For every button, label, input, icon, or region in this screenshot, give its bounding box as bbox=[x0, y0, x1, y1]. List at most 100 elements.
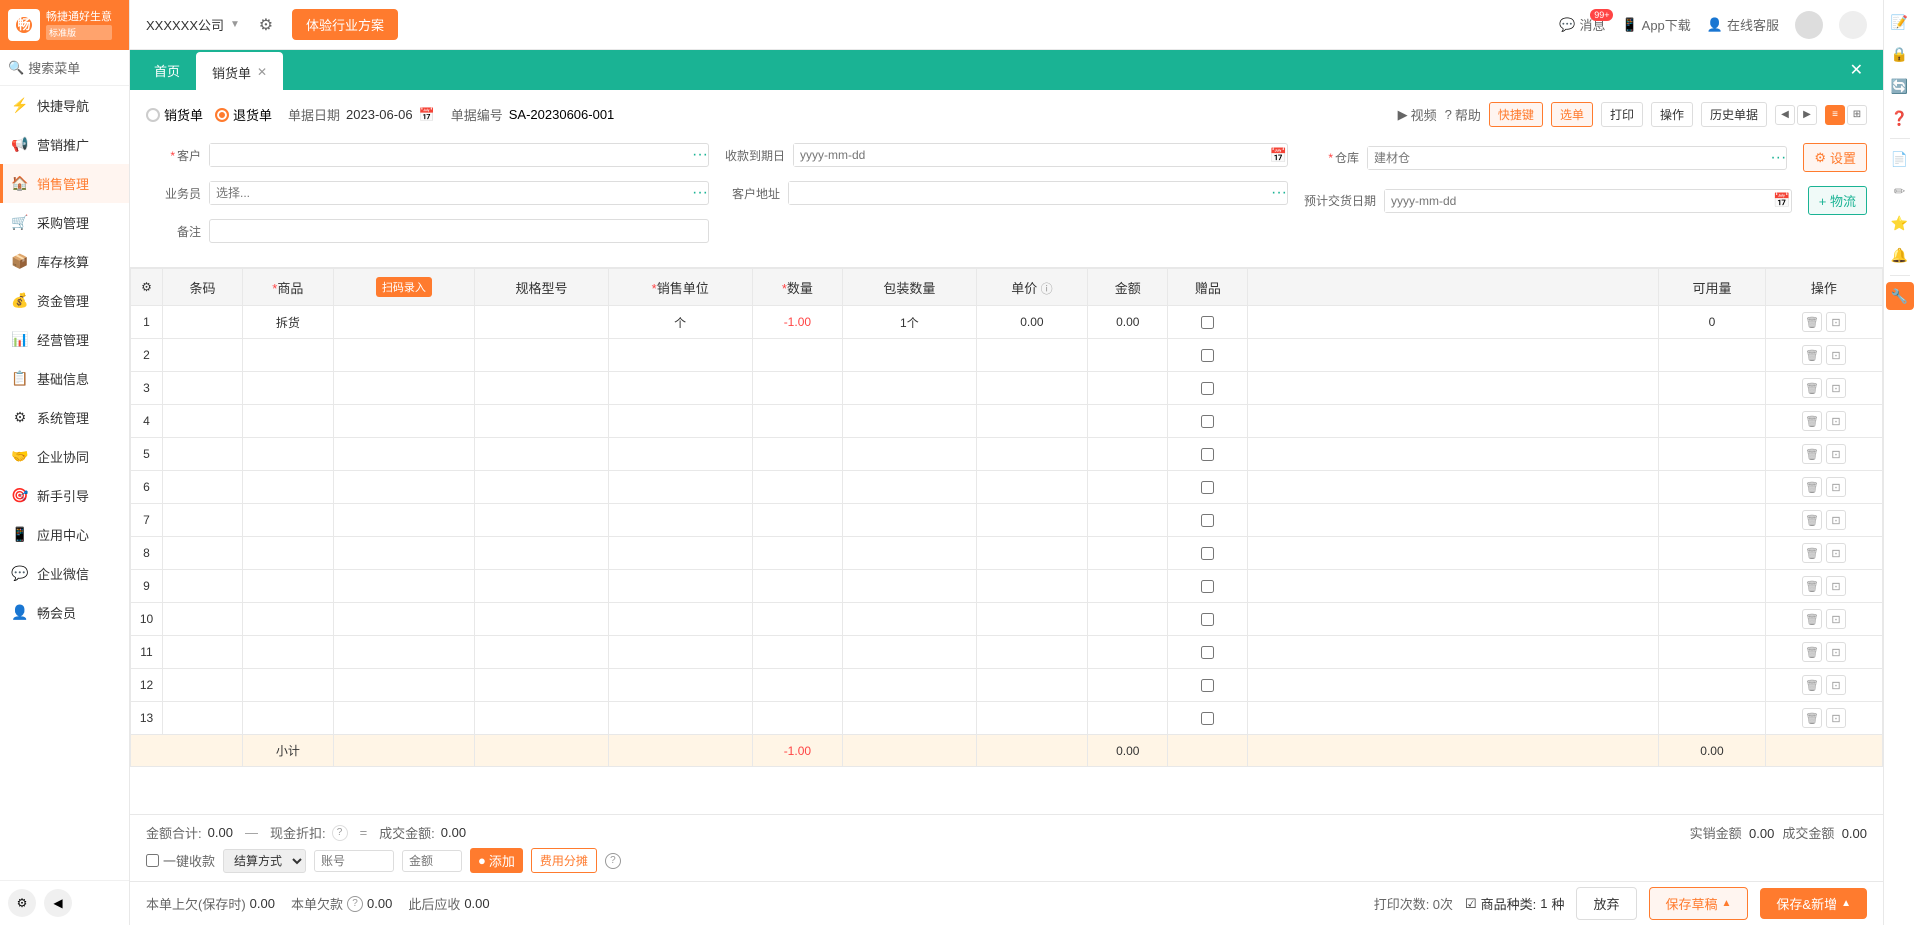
one-click-payment-check[interactable] bbox=[146, 854, 159, 867]
print-btn[interactable]: 打印 bbox=[1601, 102, 1643, 127]
row-gift-1[interactable] bbox=[1168, 306, 1248, 339]
row-copy-7[interactable]: ⊡ bbox=[1826, 510, 1846, 530]
tab-close-icon[interactable]: ✕ bbox=[257, 65, 267, 79]
rs-doc-icon[interactable]: 📄 bbox=[1886, 145, 1914, 173]
row-copy-5[interactable]: ⊡ bbox=[1826, 444, 1846, 464]
sidebar-item-enterprise[interactable]: 🤝 企业协同 bbox=[0, 437, 129, 476]
user-avatar[interactable] bbox=[1795, 11, 1823, 39]
radio-sales-order[interactable]: 销货单 bbox=[146, 105, 203, 124]
tab-home[interactable]: 首页 bbox=[138, 50, 196, 90]
radio-return-order[interactable]: 退货单 bbox=[215, 105, 272, 124]
view-grid-btn[interactable]: ⊞ bbox=[1847, 105, 1867, 125]
row-delete-4[interactable]: 🗑 bbox=[1802, 411, 1822, 431]
th-settings[interactable]: ⚙ bbox=[131, 269, 163, 306]
sidebar-item-quick-nav[interactable]: ⚡ 快捷导航 bbox=[0, 86, 129, 125]
sidebar-collapse-btn[interactable]: ◀ bbox=[44, 889, 72, 917]
customer-addr-picker-btn[interactable]: ··· bbox=[1271, 184, 1287, 202]
sidebar-item-system[interactable]: ⚙ 系统管理 bbox=[0, 398, 129, 437]
online-service-btn[interactable]: 👤 在线客服 bbox=[1707, 15, 1779, 34]
row-copy-10[interactable]: ⊡ bbox=[1826, 609, 1846, 629]
row-delete-3[interactable]: 🗑 bbox=[1802, 378, 1822, 398]
sidebar-item-purchase[interactable]: 🛒 采购管理 bbox=[0, 203, 129, 242]
add-payment-btn[interactable]: ● 添加 bbox=[470, 848, 523, 873]
account-input[interactable] bbox=[314, 850, 394, 872]
discard-button[interactable]: 放弃 bbox=[1576, 887, 1636, 920]
select-btn[interactable]: 选单 bbox=[1551, 102, 1593, 127]
scan-barcode-btn[interactable]: 扫码录入 bbox=[376, 277, 432, 297]
notes-input[interactable] bbox=[209, 219, 709, 243]
row-copy-11[interactable]: ⊡ bbox=[1826, 642, 1846, 662]
shortcut-btn[interactable]: 快捷键 bbox=[1489, 102, 1543, 127]
row-delete-11[interactable]: 🗑 bbox=[1802, 642, 1822, 662]
expense-split-btn[interactable]: 费用分摊 bbox=[531, 848, 597, 873]
payment-help-icon[interactable]: ? bbox=[605, 853, 621, 869]
row-delete-12[interactable]: 🗑 bbox=[1802, 675, 1822, 695]
row-copy-3[interactable]: ⊡ bbox=[1826, 378, 1846, 398]
rs-edit-icon[interactable]: ✏ bbox=[1886, 177, 1914, 205]
row-copy-2[interactable]: ⊡ bbox=[1826, 345, 1846, 365]
warehouse-input[interactable] bbox=[1368, 147, 1770, 169]
row-delete-8[interactable]: 🗑 bbox=[1802, 543, 1822, 563]
sidebar-item-inventory[interactable]: 📦 库存核算 bbox=[0, 242, 129, 281]
app-download-btn[interactable]: 📱 App下载 bbox=[1621, 15, 1690, 34]
sidebar-item-finance[interactable]: 💰 资金管理 bbox=[0, 281, 129, 320]
sidebar-settings-btn[interactable]: ⚙ bbox=[8, 889, 36, 917]
row-delete-6[interactable]: 🗑 bbox=[1802, 477, 1822, 497]
logistics-btn[interactable]: + 物流 bbox=[1808, 186, 1867, 215]
row-notes-1[interactable] bbox=[1248, 306, 1659, 339]
customer-addr-input[interactable] bbox=[789, 182, 1271, 204]
row-copy-1[interactable]: ⊡ bbox=[1826, 312, 1846, 332]
sidebar-item-member[interactable]: 👤 畅会员 bbox=[0, 593, 129, 632]
trial-plan-button[interactable]: 体验行业方案 bbox=[292, 9, 398, 40]
rs-lock-icon[interactable]: 🔒 bbox=[1886, 40, 1914, 68]
topbar-settings-btn[interactable]: ⚙ bbox=[252, 11, 280, 39]
sidebar-search[interactable]: 🔍 搜索菜单 bbox=[0, 50, 129, 86]
company-selector[interactable]: XXXXXX公司 ▼ bbox=[146, 15, 240, 34]
date-calendar-icon[interactable]: 📅 bbox=[419, 107, 435, 123]
discount-help-icon[interactable]: ? bbox=[332, 825, 348, 841]
tab-sales-order[interactable]: 销货单 ✕ bbox=[196, 52, 283, 92]
row-delete-9[interactable]: 🗑 bbox=[1802, 576, 1822, 596]
row-delete-10[interactable]: 🗑 bbox=[1802, 609, 1822, 629]
video-btn[interactable]: ▶ 视频 bbox=[1398, 105, 1437, 124]
tab-close-all-btn[interactable]: ✕ bbox=[1838, 60, 1875, 80]
overdue-help-icon[interactable]: ? bbox=[347, 896, 363, 912]
rs-orange-action-icon[interactable]: 🔧 bbox=[1886, 282, 1914, 310]
customer-input[interactable] bbox=[210, 144, 692, 166]
salesperson-input[interactable] bbox=[210, 182, 692, 204]
row-copy-12[interactable]: ⊡ bbox=[1826, 675, 1846, 695]
sidebar-item-app-center[interactable]: 📱 应用中心 bbox=[0, 515, 129, 554]
settlement-method-select[interactable]: 结算方式 bbox=[223, 849, 306, 873]
view-table-btn[interactable]: ≡ bbox=[1825, 105, 1845, 125]
row-price-1[interactable]: 0.00 bbox=[976, 306, 1088, 339]
user-info-btn[interactable] bbox=[1839, 11, 1867, 39]
rs-note-icon[interactable]: 📝 bbox=[1886, 8, 1914, 36]
due-date-calendar-btn[interactable]: 📅 bbox=[1270, 147, 1287, 164]
row-delete-2[interactable]: 🗑 bbox=[1802, 345, 1822, 365]
row-spec-1[interactable] bbox=[475, 306, 608, 339]
save-new-button[interactable]: 保存&新增 ▲ bbox=[1760, 888, 1867, 919]
sidebar-item-operations[interactable]: 📊 经营管理 bbox=[0, 320, 129, 359]
save-draft-button[interactable]: 保存草稿 ▲ bbox=[1649, 887, 1749, 920]
row-copy-4[interactable]: ⊡ bbox=[1826, 411, 1846, 431]
rs-star-icon[interactable]: ⭐ bbox=[1886, 209, 1914, 237]
rs-refresh-icon[interactable]: 🔄 bbox=[1886, 72, 1914, 100]
expected-delivery-input[interactable] bbox=[1385, 190, 1773, 212]
amount-input[interactable] bbox=[402, 850, 462, 872]
nav-next-btn[interactable]: ▶ bbox=[1797, 105, 1817, 125]
row-copy-13[interactable]: ⊡ bbox=[1826, 708, 1846, 728]
row-delete-1[interactable]: 🗑 bbox=[1802, 312, 1822, 332]
nav-prev-btn[interactable]: ◀ bbox=[1775, 105, 1795, 125]
warehouse-picker-btn[interactable]: ··· bbox=[1770, 149, 1786, 167]
expected-delivery-calendar-btn[interactable]: 📅 bbox=[1773, 192, 1790, 209]
history-btn[interactable]: 历史单据 bbox=[1701, 102, 1767, 127]
operate-btn[interactable]: 操作 bbox=[1651, 102, 1693, 127]
settings-action-btn[interactable]: ⚙ 设置 bbox=[1803, 143, 1867, 172]
row-qty-1[interactable]: -1.00 bbox=[752, 306, 843, 339]
row-delete-13[interactable]: 🗑 bbox=[1802, 708, 1822, 728]
row-copy-6[interactable]: ⊡ bbox=[1826, 477, 1846, 497]
sidebar-item-sales[interactable]: 🏠 销售管理 bbox=[0, 164, 129, 203]
row-delete-5[interactable]: 🗑 bbox=[1802, 444, 1822, 464]
rs-bell-icon[interactable]: 🔔 bbox=[1886, 241, 1914, 269]
due-date-input[interactable] bbox=[794, 144, 1270, 166]
